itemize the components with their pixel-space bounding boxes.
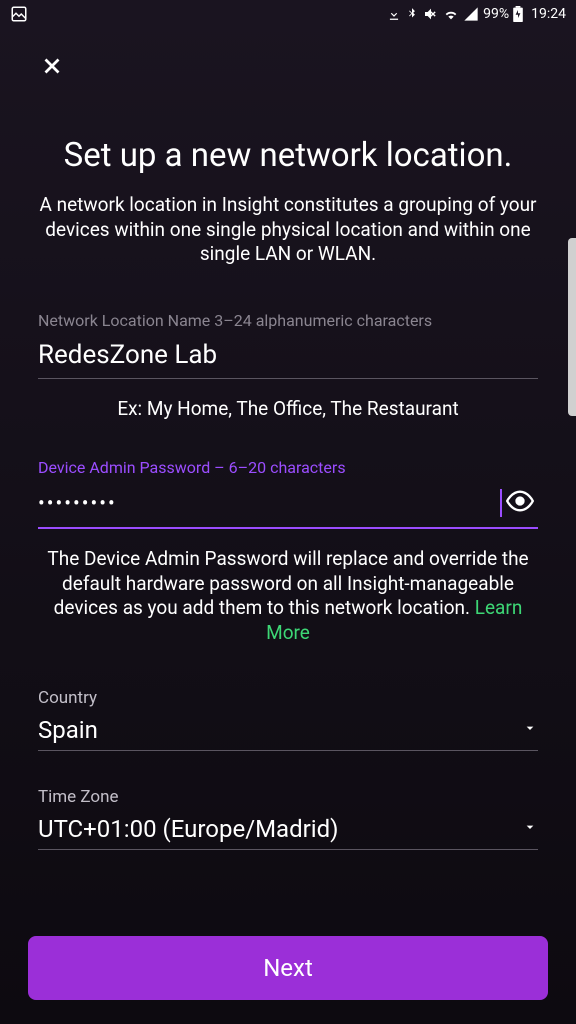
- bluetooth-icon: [405, 7, 419, 21]
- password-row: •••••••••: [38, 483, 538, 529]
- timezone-label: Time Zone: [38, 787, 538, 807]
- battery-charging-icon: [513, 6, 523, 22]
- country-select[interactable]: Spain: [38, 716, 538, 751]
- next-button[interactable]: Next: [28, 936, 548, 1000]
- page-subtitle: A network location in Insight constitute…: [38, 193, 538, 267]
- close-icon: [39, 53, 65, 79]
- timezone-value: UTC+01:00 (Europe/Madrid): [38, 815, 339, 843]
- picture-icon: [10, 5, 28, 23]
- location-name-input[interactable]: [38, 336, 538, 374]
- location-name-hint: Ex: My Home, The Office, The Restaurant: [38, 397, 538, 420]
- wifi-icon: [443, 6, 459, 22]
- chevron-down-icon: [522, 720, 538, 740]
- chevron-down-icon: [522, 819, 538, 839]
- eye-icon: [506, 487, 534, 515]
- close-button[interactable]: [36, 50, 68, 82]
- country-label: Country: [38, 688, 538, 708]
- mute-icon: [423, 6, 439, 22]
- battery-percent: 99%: [483, 6, 509, 22]
- location-name-label: Network Location Name 3–24 alphanumeric …: [38, 311, 538, 330]
- toggle-password-visibility[interactable]: [502, 483, 538, 523]
- timezone-select[interactable]: UTC+01:00 (Europe/Madrid): [38, 815, 538, 850]
- scroll-indicator[interactable]: [568, 238, 576, 416]
- status-bar: 99% 19:24: [0, 0, 576, 28]
- location-name-row: [38, 336, 538, 379]
- signal-icon: [463, 6, 479, 22]
- page-title: Set up a new network location.: [38, 136, 538, 175]
- clock-time: 19:24: [531, 6, 566, 22]
- password-input[interactable]: •••••••••: [38, 487, 502, 519]
- country-value: Spain: [38, 716, 98, 744]
- password-label: Device Admin Password – 6–20 characters: [38, 458, 538, 477]
- password-info: The Device Admin Password will replace a…: [38, 547, 538, 646]
- download-icon: [387, 7, 401, 21]
